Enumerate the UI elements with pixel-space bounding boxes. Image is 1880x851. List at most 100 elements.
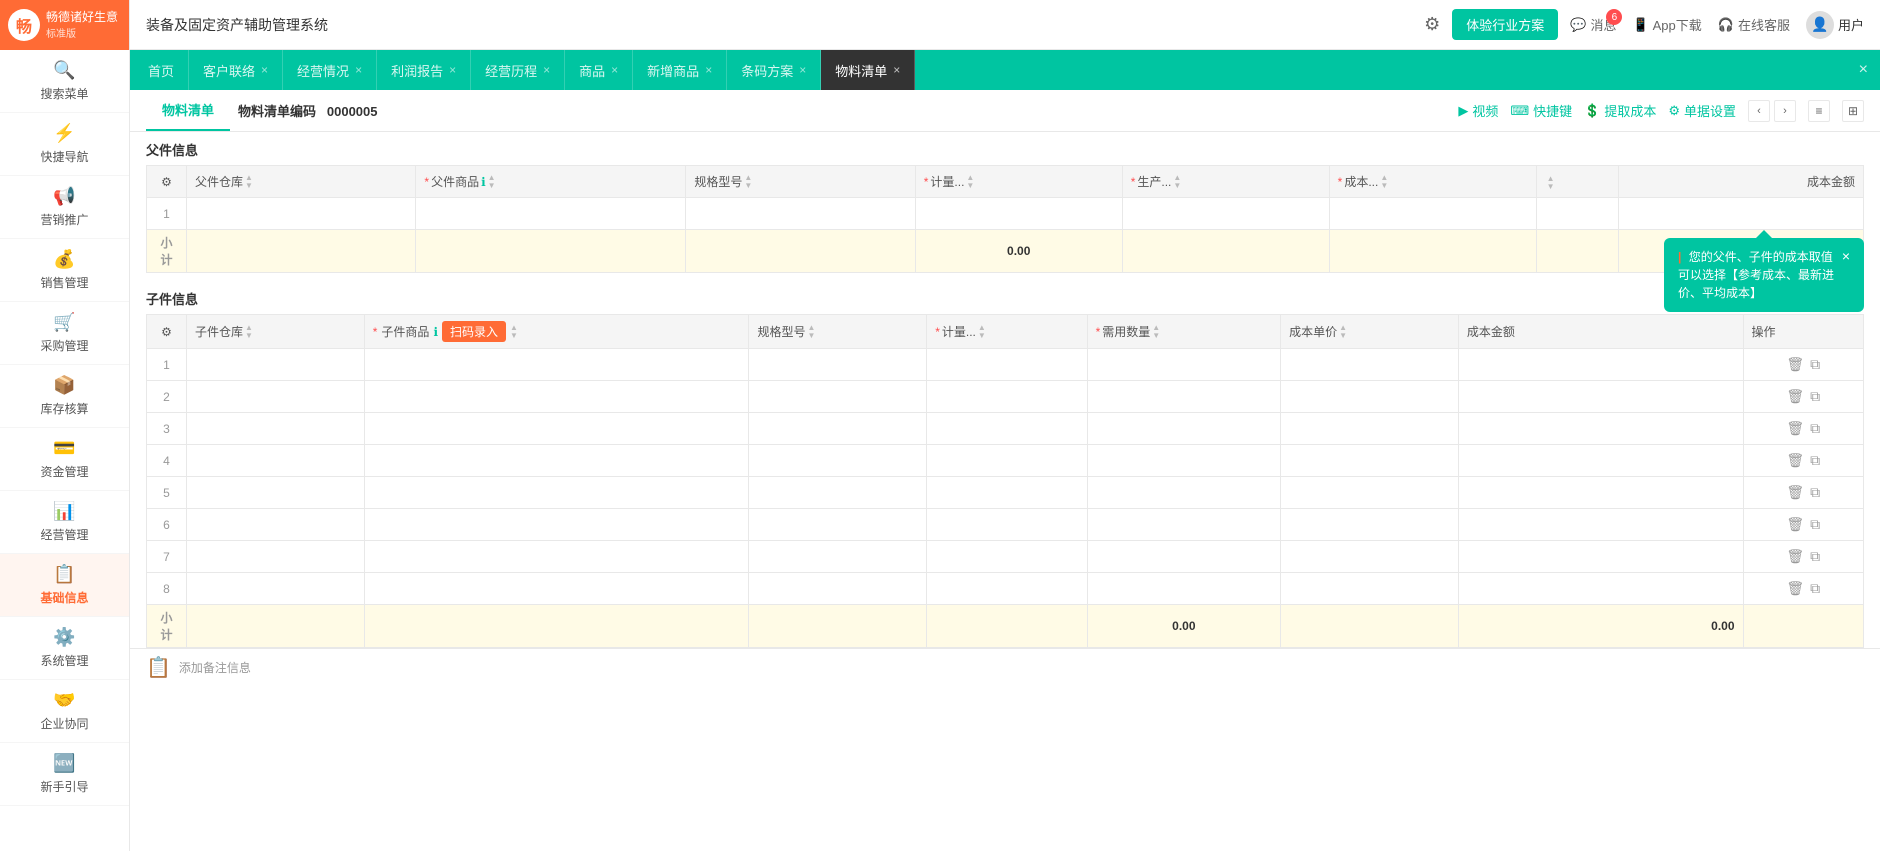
child-product-cell-8[interactable]: [364, 573, 749, 605]
sidebar-item-inventory[interactable]: 📦 库存核算: [0, 365, 129, 428]
list-view-button[interactable]: ⊞: [1842, 100, 1864, 122]
child-qty-cell-3[interactable]: [1087, 413, 1281, 445]
copy-icon-2[interactable]: ⧉: [1810, 388, 1820, 405]
child-product-cell-4[interactable]: [364, 445, 749, 477]
close-all-tabs-icon[interactable]: ×: [1859, 61, 1868, 79]
copy-icon-7[interactable]: ⧉: [1810, 548, 1820, 565]
child-unit-cost-cell-6[interactable]: [1281, 509, 1459, 541]
tab-history-close[interactable]: ×: [543, 63, 550, 77]
sidebar-item-sales[interactable]: 💰 销售管理: [0, 239, 129, 302]
child-qty-cell-2[interactable]: [1087, 381, 1281, 413]
tab-barcode[interactable]: 条码方案 ×: [727, 50, 821, 90]
tab-business[interactable]: 经营情况 ×: [283, 50, 377, 90]
child-spec-cell-4[interactable]: [749, 445, 927, 477]
trial-button[interactable]: 体验行业方案: [1452, 9, 1558, 40]
child-warehouse-cell-1[interactable]: [187, 349, 365, 381]
child-product-cell-5[interactable]: [364, 477, 749, 509]
message-button[interactable]: 💬 消息 6: [1570, 15, 1616, 34]
child-unit-cost-cell-5[interactable]: [1281, 477, 1459, 509]
parent-remark-cell-1[interactable]: [1536, 198, 1618, 230]
child-product-cell-2[interactable]: [364, 381, 749, 413]
child-spec-cell-3[interactable]: [749, 413, 927, 445]
delete-icon-2[interactable]: 🗑: [1786, 388, 1804, 405]
child-product-cell-7[interactable]: [364, 541, 749, 573]
parent-unit-cell-1[interactable]: [915, 198, 1122, 230]
child-warehouse-cell-5[interactable]: [187, 477, 365, 509]
tab-profit[interactable]: 利润报告 ×: [377, 50, 471, 90]
child-unit-cost-cell-1[interactable]: [1281, 349, 1459, 381]
tab-business-close[interactable]: ×: [355, 63, 362, 77]
tab-customer[interactable]: 客户联络 ×: [189, 50, 283, 90]
child-settings-cog-icon[interactable]: ⚙: [161, 325, 172, 339]
parent-product-cell-1[interactable]: [416, 198, 686, 230]
child-qty-cell-5[interactable]: [1087, 477, 1281, 509]
next-button[interactable]: ›: [1774, 100, 1796, 122]
child-product-cell-1[interactable]: [364, 349, 749, 381]
copy-icon-3[interactable]: ⧉: [1810, 420, 1820, 437]
delete-icon-6[interactable]: 🗑: [1786, 516, 1804, 533]
child-spec-cell-1[interactable]: [749, 349, 927, 381]
child-unit-cell-6[interactable]: [927, 509, 1087, 541]
video-action[interactable]: ▶ 视频: [1458, 101, 1498, 120]
child-unit-cell-7[interactable]: [927, 541, 1087, 573]
parent-spec-cell-1[interactable]: [686, 198, 915, 230]
tab-home[interactable]: 首页: [134, 50, 189, 90]
tab-bom-close[interactable]: ×: [893, 63, 900, 77]
child-unit-cell-8[interactable]: [927, 573, 1087, 605]
app-download-button[interactable]: 📱 App下载: [1632, 15, 1701, 34]
sidebar-item-marketing[interactable]: 📢 营销推广: [0, 176, 129, 239]
child-warehouse-cell-4[interactable]: [187, 445, 365, 477]
parent-warehouse-cell-1[interactable]: [187, 198, 416, 230]
child-warehouse-cell-7[interactable]: [187, 541, 365, 573]
child-unit-cell-3[interactable]: [927, 413, 1087, 445]
child-unit-cost-cell-8[interactable]: [1281, 573, 1459, 605]
child-qty-cell-1[interactable]: [1087, 349, 1281, 381]
sidebar-item-basic-info[interactable]: 📋 基础信息: [0, 554, 129, 617]
child-spec-cell-6[interactable]: [749, 509, 927, 541]
child-warehouse-cell-8[interactable]: [187, 573, 365, 605]
tab-profit-close[interactable]: ×: [449, 63, 456, 77]
delete-icon-7[interactable]: 🗑: [1786, 548, 1804, 565]
settings-cog-icon[interactable]: ⚙: [161, 175, 172, 189]
setting-action[interactable]: ⚙ 单据设置: [1668, 101, 1736, 120]
cost-action[interactable]: 💲 提取成本: [1584, 101, 1656, 120]
child-unit-cell-5[interactable]: [927, 477, 1087, 509]
shortcut-action[interactable]: ⌨ 快捷键: [1510, 101, 1572, 120]
sidebar-item-finance[interactable]: 💳 资金管理: [0, 428, 129, 491]
child-unit-cell-1[interactable]: [927, 349, 1087, 381]
copy-icon-4[interactable]: ⧉: [1810, 452, 1820, 469]
child-unit-cost-cell-7[interactable]: [1281, 541, 1459, 573]
delete-icon-8[interactable]: 🗑: [1786, 580, 1804, 597]
sub-tab-bom[interactable]: 物料清单: [146, 90, 230, 131]
delete-icon-4[interactable]: 🗑: [1786, 452, 1804, 469]
child-warehouse-cell-6[interactable]: [187, 509, 365, 541]
user-button[interactable]: 👤 用户: [1806, 11, 1864, 39]
child-warehouse-cell-3[interactable]: [187, 413, 365, 445]
tab-bom[interactable]: 物料清单 ×: [821, 50, 915, 90]
sidebar-item-operations[interactable]: 📊 经营管理: [0, 491, 129, 554]
child-unit-cost-cell-3[interactable]: [1281, 413, 1459, 445]
child-spec-cell-2[interactable]: [749, 381, 927, 413]
parent-cost-cell-1[interactable]: [1329, 198, 1536, 230]
child-warehouse-cell-2[interactable]: [187, 381, 365, 413]
child-qty-cell-4[interactable]: [1087, 445, 1281, 477]
settings-icon[interactable]: ⚙: [1424, 14, 1440, 35]
child-product-cell-3[interactable]: [364, 413, 749, 445]
delete-icon-5[interactable]: 🗑: [1786, 484, 1804, 501]
child-unit-cost-cell-2[interactable]: [1281, 381, 1459, 413]
tab-barcode-close[interactable]: ×: [799, 63, 806, 77]
delete-icon-3[interactable]: 🗑: [1786, 420, 1804, 437]
tooltip-close-button[interactable]: ×: [1842, 246, 1850, 267]
tab-customer-close[interactable]: ×: [261, 63, 268, 77]
sidebar-item-purchase[interactable]: 🛒 采购管理: [0, 302, 129, 365]
child-qty-cell-7[interactable]: [1087, 541, 1281, 573]
scan-button[interactable]: 扫码录入: [442, 321, 506, 342]
tab-goods[interactable]: 商品 ×: [565, 50, 633, 90]
child-unit-cost-cell-4[interactable]: [1281, 445, 1459, 477]
tab-history[interactable]: 经营历程 ×: [471, 50, 565, 90]
prev-button[interactable]: ‹: [1748, 100, 1770, 122]
sidebar-item-quick-nav[interactable]: ⚡ 快捷导航: [0, 113, 129, 176]
tab-new-goods[interactable]: 新增商品 ×: [633, 50, 727, 90]
child-qty-cell-8[interactable]: [1087, 573, 1281, 605]
child-spec-cell-7[interactable]: [749, 541, 927, 573]
